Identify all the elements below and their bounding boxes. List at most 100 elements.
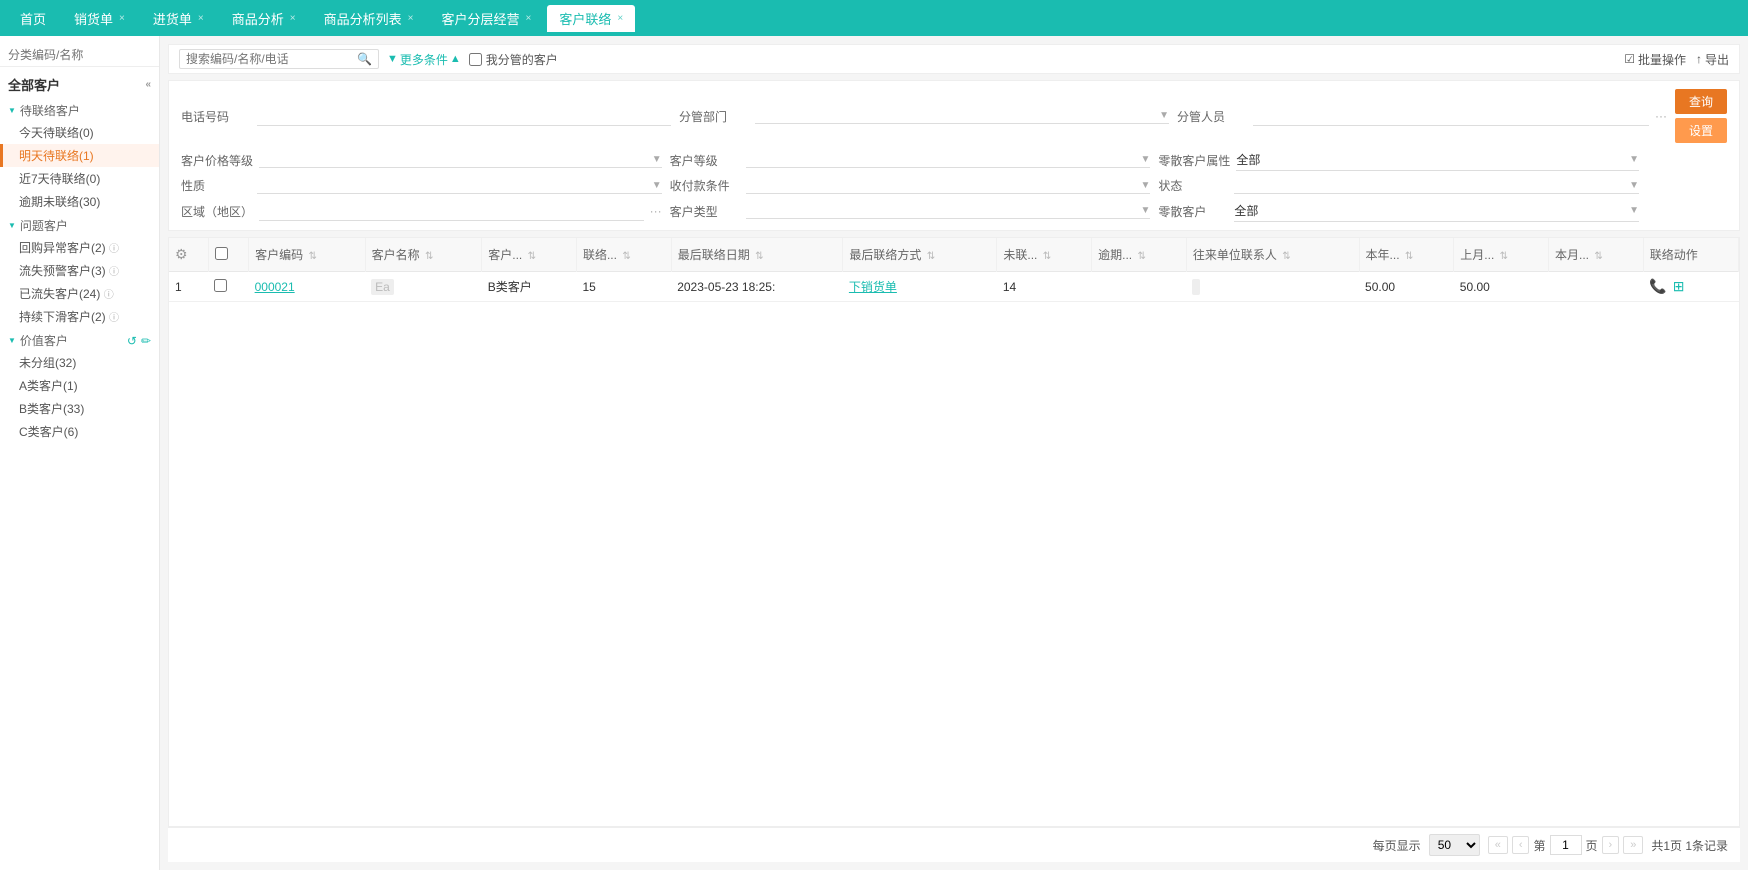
nav-home[interactable]: 首页	[8, 5, 58, 32]
nav-customer-contact[interactable]: 客户联络 ×	[547, 5, 635, 32]
next-page-btn[interactable]: ›	[1602, 836, 1620, 854]
customer-code-link[interactable]: 000021	[255, 280, 295, 294]
phone-input[interactable]	[257, 107, 671, 126]
sidebar-item-7days[interactable]: 近7天待联络(0)	[0, 167, 159, 190]
value-triangle: ▼	[8, 336, 16, 345]
total-info: 共1页 1条记录	[1651, 837, 1728, 854]
sidebar-item-repurchase-abnormal[interactable]: 回购异常客户(2) ⓘ	[0, 236, 159, 259]
sort-uncontacted-icon[interactable]: ⇅	[1043, 251, 1051, 262]
all-customers-header[interactable]: 全部客户 «	[0, 71, 159, 98]
export-btn[interactable]: ↑ 导出	[1696, 51, 1729, 68]
main-layout: 🔍 全部客户 « ▼ 待联络客户 今天待联络(0) 明天待联络(1) 近7天待联…	[0, 36, 1748, 870]
sort-this-month-icon[interactable]: ⇅	[1594, 251, 1602, 262]
gear-button[interactable]: ⚙	[175, 246, 188, 263]
th-contact-person: 往来单位联系人 ⇅	[1186, 238, 1359, 272]
bulk-operation-btn[interactable]: ☑ 批量操作	[1624, 51, 1686, 68]
sidebar-item-c-class[interactable]: C类客户(6)	[0, 420, 159, 443]
my-customers-checkbox[interactable]	[469, 53, 482, 66]
person-input[interactable]	[1253, 107, 1649, 126]
close-customer-contact[interactable]: ×	[617, 13, 623, 24]
reset-button[interactable]: 设置	[1675, 118, 1727, 143]
sidebar-search-input[interactable]	[8, 48, 160, 62]
sidebar-item-ungrouped[interactable]: 未分组(32)	[0, 351, 159, 374]
value-refresh-icon[interactable]: ↺	[127, 334, 137, 348]
nav-product-analysis-list[interactable]: 商品分析列表 ×	[312, 5, 426, 32]
type-select[interactable]: ▼	[746, 203, 1151, 219]
phone-action-icon[interactable]: 📞	[1649, 278, 1666, 295]
dept-field: 分管部门 ▼	[679, 108, 1169, 125]
sidebar-item-overdue[interactable]: 逾期未联络(30)	[0, 190, 159, 213]
cell-contact-count: 15	[576, 272, 671, 302]
cell-checkbox[interactable]	[208, 272, 249, 302]
sort-contact-icon[interactable]: ⇅	[622, 251, 630, 262]
th-uncontacted: 未联... ⇅	[997, 238, 1092, 272]
page-number-input[interactable]	[1550, 835, 1582, 855]
close-purchase-order[interactable]: ×	[198, 13, 204, 24]
grid-action-icon[interactable]: ⊞	[1673, 278, 1685, 295]
pay-select[interactable]: ▼	[746, 178, 1151, 194]
th-checkbox[interactable]	[208, 238, 249, 272]
nav-product-analysis[interactable]: 商品分析 ×	[220, 5, 308, 32]
close-customer-tier[interactable]: ×	[525, 13, 531, 24]
value-edit-icon[interactable]: ✏	[141, 334, 151, 348]
search-input[interactable]	[186, 52, 353, 66]
content-area: 🔍 ▼ 更多条件 ▲ 我分管的客户 ☑ 批量操作 ↑ 导出	[160, 36, 1748, 870]
collapse-icon: «	[145, 79, 151, 90]
sidebar-item-churned[interactable]: 已流失客户(24) ⓘ	[0, 282, 159, 305]
my-customers-filter[interactable]: 我分管的客户	[469, 51, 558, 68]
table-row: 1 000021 Ea B类客户 15 2023-05-23 18:25: 下销…	[169, 272, 1739, 302]
retail-select[interactable]: 全部 ▼	[1234, 200, 1639, 222]
close-sales-order[interactable]: ×	[119, 13, 125, 24]
last-method-link[interactable]: 下销货单	[849, 280, 897, 294]
type-arrow: ▼	[1140, 205, 1150, 216]
sidebar-item-churn-warning[interactable]: 流失预警客户(3) ⓘ	[0, 259, 159, 282]
per-page-select[interactable]: 50 100 200	[1429, 834, 1480, 856]
sort-contact-person-icon[interactable]: ⇅	[1282, 251, 1290, 262]
sidebar-item-declining[interactable]: 持续下滑客户(2) ⓘ	[0, 305, 159, 328]
sidebar-item-b-class[interactable]: B类客户(33)	[0, 397, 159, 420]
sidebar-item-tomorrow[interactable]: 明天待联络(1)	[0, 144, 159, 167]
phone-field: 电话号码	[181, 107, 671, 126]
sort-overdue-icon[interactable]: ⇅	[1137, 251, 1145, 262]
prev-page-btn[interactable]: ‹	[1512, 836, 1530, 854]
sidebar-item-a-class[interactable]: A类客户(1)	[0, 374, 159, 397]
customer-level-select[interactable]: ▼	[746, 152, 1151, 168]
search-icon[interactable]: 🔍	[357, 52, 372, 66]
nav-purchase-order[interactable]: 进货单 ×	[141, 5, 216, 32]
region-input[interactable]	[259, 202, 644, 221]
more-conditions-btn[interactable]: ▼ 更多条件 ▲	[387, 51, 461, 68]
price-level-arrow: ▼	[652, 154, 662, 165]
info-icon-2: ⓘ	[109, 267, 119, 278]
info-icon-4: ⓘ	[109, 313, 119, 324]
retail-attr-select[interactable]: 全部 ▼	[1236, 149, 1639, 171]
sort-last-method-icon[interactable]: ⇅	[927, 251, 935, 262]
first-page-btn[interactable]: «	[1488, 836, 1508, 854]
person-more-btn[interactable]: ···	[1655, 109, 1667, 123]
dept-select[interactable]: ▼	[755, 108, 1169, 124]
close-product-analysis[interactable]: ×	[290, 13, 296, 24]
sort-name-icon[interactable]: ⇅	[425, 251, 433, 262]
sidebar-item-today[interactable]: 今天待联络(0)	[0, 121, 159, 144]
region-field: 区域（地区） ···	[181, 202, 662, 221]
pay-arrow: ▼	[1140, 180, 1150, 191]
customer-name-blurred: Ea	[371, 279, 394, 295]
status-select[interactable]: ▼	[1234, 178, 1639, 194]
right-actions: ☑ 批量操作 ↑ 导出	[1624, 51, 1729, 68]
price-level-select[interactable]: ▼	[259, 152, 662, 168]
sort-this-year-icon[interactable]: ⇅	[1405, 251, 1413, 262]
select-all-checkbox[interactable]	[215, 247, 228, 260]
gender-select[interactable]: ▼	[257, 178, 662, 194]
close-product-analysis-list[interactable]: ×	[408, 13, 414, 24]
region-more-btn[interactable]: ···	[650, 204, 662, 218]
pending-group-label: ▼ 待联络客户	[0, 98, 159, 121]
nav-customer-tier[interactable]: 客户分层经营 ×	[429, 5, 543, 32]
last-page-btn[interactable]: »	[1623, 836, 1643, 854]
sort-code-icon[interactable]: ⇅	[308, 251, 316, 262]
sort-last-date-icon[interactable]: ⇅	[755, 251, 763, 262]
person-field: 分管人员 ···	[1177, 107, 1667, 126]
nav-sales-order[interactable]: 销货单 ×	[62, 5, 137, 32]
query-button[interactable]: 查询	[1675, 89, 1727, 114]
sort-type-icon[interactable]: ⇅	[528, 251, 536, 262]
row-checkbox[interactable]	[214, 279, 227, 292]
sort-last-month-icon[interactable]: ⇅	[1500, 251, 1508, 262]
